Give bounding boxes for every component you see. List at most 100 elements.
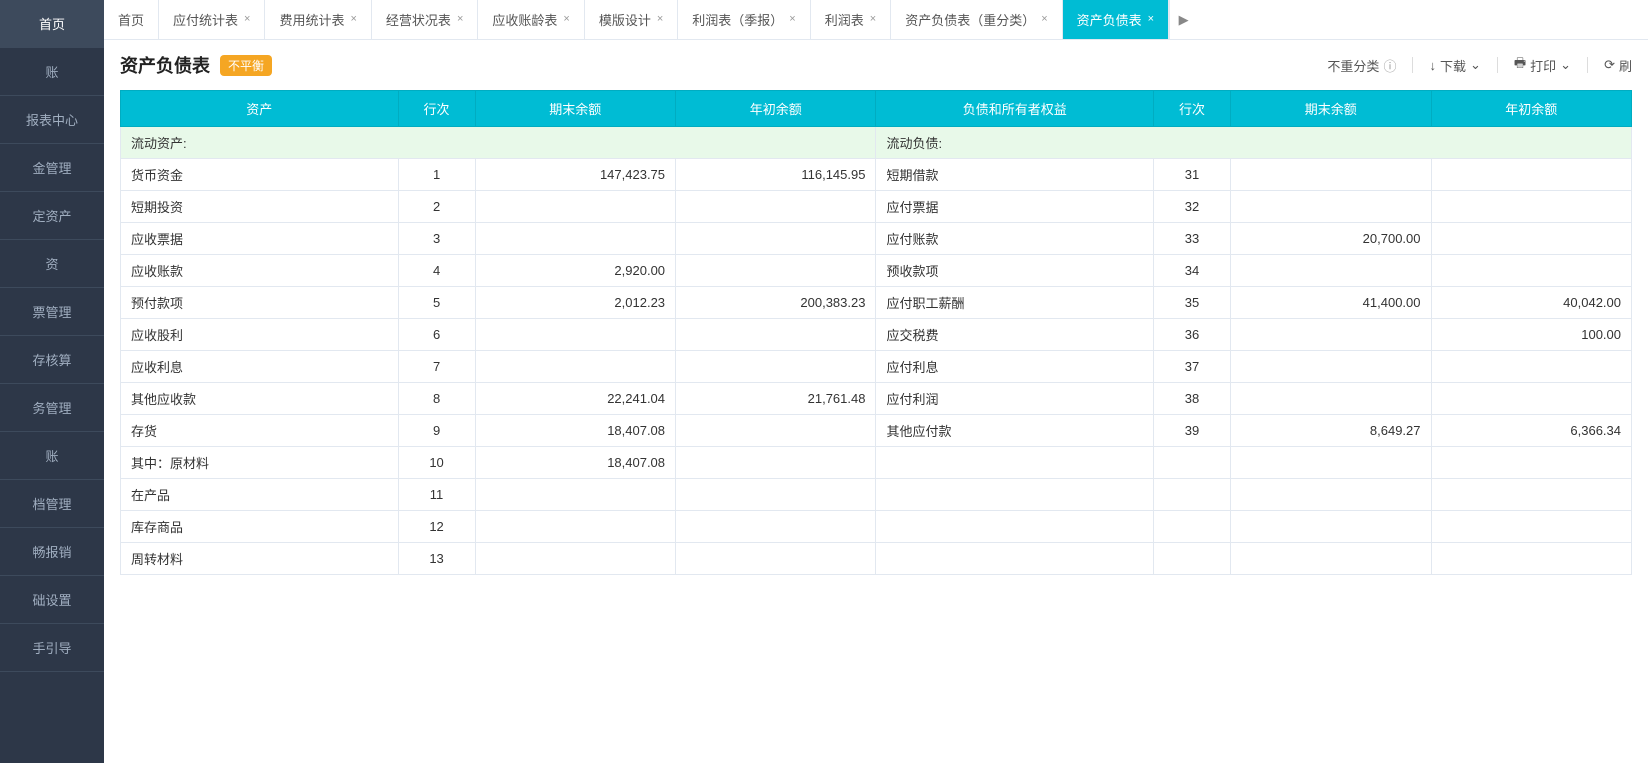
year-start-amount2[interactable] bbox=[1431, 383, 1632, 415]
period-end-amount2[interactable]: 8,649.27 bbox=[1231, 415, 1431, 447]
sidebar-item-tax-mgmt[interactable]: 务管理 bbox=[0, 384, 104, 432]
year-start-amount2[interactable] bbox=[1431, 159, 1632, 191]
tab-template-design-close[interactable]: × bbox=[657, 14, 663, 25]
tab-balance-reclassified-close[interactable]: × bbox=[1041, 14, 1047, 25]
period-end-amount[interactable]: 2,012.23 bbox=[475, 287, 675, 319]
period-end-amount2[interactable] bbox=[1231, 543, 1431, 575]
tab-balance-close[interactable]: × bbox=[1148, 14, 1154, 25]
year-start-amount[interactable] bbox=[676, 479, 876, 511]
year-start-amount2[interactable]: 100.00 bbox=[1431, 319, 1632, 351]
sidebar-item-settings[interactable]: 础设置 bbox=[0, 576, 104, 624]
year-start-amount[interactable] bbox=[676, 223, 876, 255]
tab-payable-stats-close[interactable]: × bbox=[244, 14, 250, 25]
period-end-amount2[interactable] bbox=[1231, 255, 1431, 287]
period-end-amount[interactable]: 22,241.04 bbox=[475, 383, 675, 415]
period-end-amount2[interactable]: 20,700.00 bbox=[1231, 223, 1431, 255]
period-end-amount2[interactable] bbox=[1231, 383, 1431, 415]
year-start-amount[interactable]: 200,383.23 bbox=[676, 287, 876, 319]
year-start-amount[interactable] bbox=[676, 255, 876, 287]
period-end-amount2[interactable] bbox=[1231, 511, 1431, 543]
period-end-amount[interactable]: 2,920.00 bbox=[475, 255, 675, 287]
sidebar-item-home[interactable]: 首页 bbox=[0, 0, 104, 48]
table-row[interactable]: 应收股利 6 应交税费 36 100.00 bbox=[121, 319, 1632, 351]
sidebar-item-archive-mgmt[interactable]: 档管理 bbox=[0, 480, 104, 528]
period-end-amount[interactable] bbox=[475, 479, 675, 511]
help-icon[interactable]: ⓘ bbox=[1383, 56, 1396, 75]
year-start-amount2[interactable] bbox=[1431, 479, 1632, 511]
tab-income-quarterly-close[interactable]: × bbox=[789, 14, 795, 25]
period-end-amount[interactable] bbox=[475, 319, 675, 351]
period-end-amount2[interactable] bbox=[1231, 191, 1431, 223]
year-start-amount2[interactable] bbox=[1431, 223, 1632, 255]
tab-template-design[interactable]: 模版设计 × bbox=[585, 0, 678, 40]
year-start-amount[interactable]: 21,761.48 bbox=[676, 383, 876, 415]
period-end-amount[interactable] bbox=[475, 543, 675, 575]
year-start-amount2[interactable] bbox=[1431, 255, 1632, 287]
sidebar-item-ticket-mgmt[interactable]: 票管理 bbox=[0, 288, 104, 336]
year-start-amount[interactable] bbox=[676, 415, 876, 447]
sidebar-item-report-center[interactable]: 报表中心 bbox=[0, 96, 104, 144]
tab-operations[interactable]: 经营状况表 × bbox=[372, 0, 478, 40]
year-start-amount2[interactable] bbox=[1431, 191, 1632, 223]
tab-income[interactable]: 利润表 × bbox=[811, 0, 891, 40]
tab-income-quarterly[interactable]: 利润表（季报） × bbox=[678, 0, 810, 40]
tab-home[interactable]: 首页 bbox=[104, 0, 159, 40]
period-end-amount[interactable]: 147,423.75 bbox=[475, 159, 675, 191]
table-row[interactable]: 其他应收款 8 22,241.04 21,761.48 应付利润 38 bbox=[121, 383, 1632, 415]
period-end-amount[interactable] bbox=[475, 511, 675, 543]
sidebar-item-guide[interactable]: 手引导 bbox=[0, 624, 104, 672]
refresh-action[interactable]: ⟳ 刷 bbox=[1604, 56, 1632, 75]
period-end-amount2[interactable] bbox=[1231, 351, 1431, 383]
table-row[interactable]: 短期投资 2 应付票据 32 bbox=[121, 191, 1632, 223]
year-start-amount[interactable]: 116,145.95 bbox=[676, 159, 876, 191]
period-end-amount[interactable]: 18,407.08 bbox=[475, 415, 675, 447]
tab-income-close[interactable]: × bbox=[870, 14, 876, 25]
tab-operations-close[interactable]: × bbox=[457, 14, 463, 25]
table-row[interactable]: 货币资金 1 147,423.75 116,145.95 短期借款 31 bbox=[121, 159, 1632, 191]
period-end-amount2[interactable]: 41,400.00 bbox=[1231, 287, 1431, 319]
table-row[interactable]: 周转材料 13 bbox=[121, 543, 1632, 575]
year-start-amount2[interactable]: 6,366.34 bbox=[1431, 415, 1632, 447]
table-row[interactable]: 应收利息 7 应付利息 37 bbox=[121, 351, 1632, 383]
table-row[interactable]: 预付款项 5 2,012.23 200,383.23 应付职工薪酬 35 41,… bbox=[121, 287, 1632, 319]
year-start-amount2[interactable] bbox=[1431, 351, 1632, 383]
table-row[interactable]: 流动资产: 流动负债: bbox=[121, 127, 1632, 159]
sidebar-item-account[interactable]: 账 bbox=[0, 48, 104, 96]
year-start-amount2[interactable] bbox=[1431, 543, 1632, 575]
tab-scroll-right[interactable]: ▶ bbox=[1169, 0, 1197, 40]
table-row[interactable]: 应收票据 3 应付账款 33 20,700.00 bbox=[121, 223, 1632, 255]
period-end-amount[interactable] bbox=[475, 223, 675, 255]
period-end-amount2[interactable] bbox=[1231, 479, 1431, 511]
table-row[interactable]: 库存商品 12 bbox=[121, 511, 1632, 543]
period-end-amount[interactable] bbox=[475, 191, 675, 223]
sidebar-item-cash-management[interactable]: 金管理 bbox=[0, 144, 104, 192]
period-end-amount2[interactable] bbox=[1231, 447, 1431, 479]
year-start-amount[interactable] bbox=[676, 191, 876, 223]
period-end-amount[interactable]: 18,407.08 bbox=[475, 447, 675, 479]
tab-receivable-aging[interactable]: 应收账龄表 × bbox=[478, 0, 584, 40]
tab-balance[interactable]: 资产负债表 × bbox=[1063, 0, 1169, 40]
table-row[interactable]: 其中：原材料 10 18,407.08 bbox=[121, 447, 1632, 479]
tab-payable-stats[interactable]: 应付统计表 × bbox=[159, 0, 265, 40]
year-start-amount[interactable] bbox=[676, 511, 876, 543]
sidebar-item-inventory-accounting[interactable]: 存核算 bbox=[0, 336, 104, 384]
year-start-amount[interactable] bbox=[676, 319, 876, 351]
year-start-amount[interactable] bbox=[676, 447, 876, 479]
sidebar-item-ledger[interactable]: 账 bbox=[0, 432, 104, 480]
year-start-amount[interactable] bbox=[676, 543, 876, 575]
download-action[interactable]: ↓ 下载 ⌄ bbox=[1429, 56, 1480, 75]
table-row[interactable]: 应收账款 4 2,920.00 预收款项 34 bbox=[121, 255, 1632, 287]
year-start-amount2[interactable] bbox=[1431, 447, 1632, 479]
table-row[interactable]: 在产品 11 bbox=[121, 479, 1632, 511]
print-action[interactable]: 🖶 打印 ⌄ bbox=[1514, 54, 1571, 76]
table-row[interactable]: 存货 9 18,407.08 其他应付款 39 8,649.27 6,366.3… bbox=[121, 415, 1632, 447]
year-start-amount2[interactable]: 40,042.00 bbox=[1431, 287, 1632, 319]
classify-action[interactable]: 不重分类 ⓘ bbox=[1327, 56, 1396, 75]
sidebar-item-capital[interactable]: 资 bbox=[0, 240, 104, 288]
tab-balance-reclassified[interactable]: 资产负债表（重分类） × bbox=[891, 0, 1062, 40]
period-end-amount[interactable] bbox=[475, 351, 675, 383]
year-start-amount[interactable] bbox=[676, 351, 876, 383]
tab-expense-stats[interactable]: 费用统计表 × bbox=[265, 0, 371, 40]
period-end-amount2[interactable] bbox=[1231, 319, 1431, 351]
tab-expense-stats-close[interactable]: × bbox=[350, 14, 356, 25]
